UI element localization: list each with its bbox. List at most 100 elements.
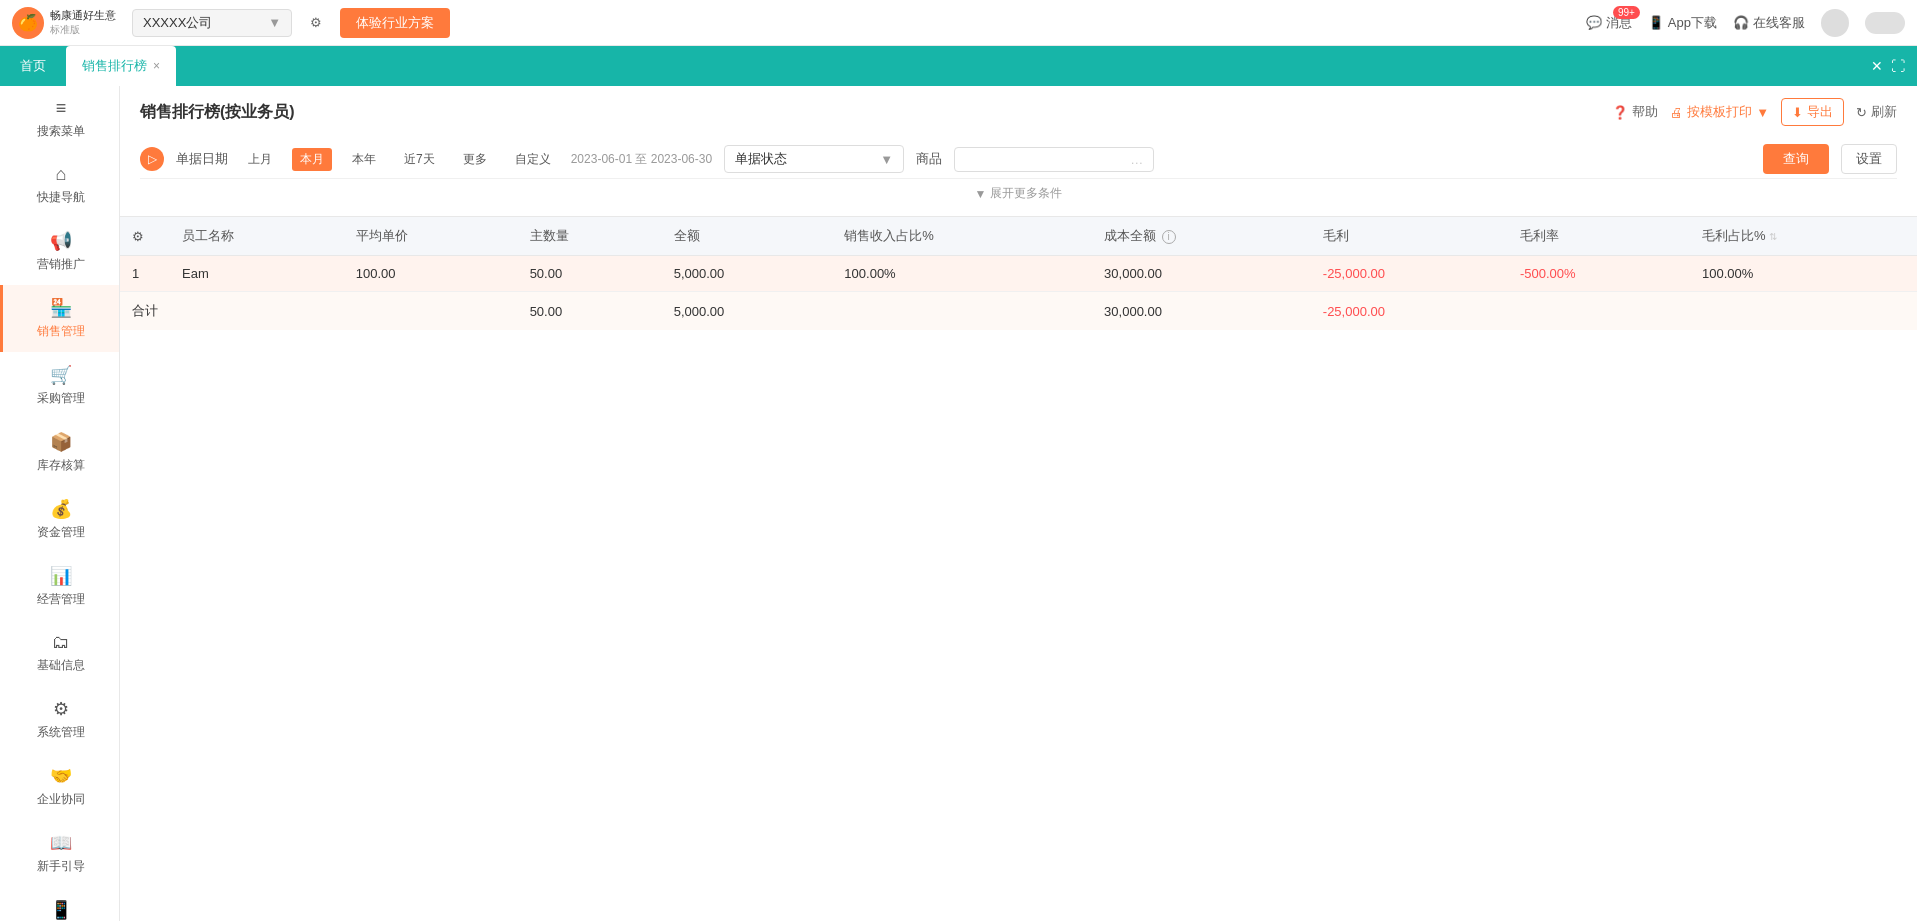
sidebar-item-sales[interactable]: 🏪 销售管理	[0, 285, 119, 352]
status-filter-arrow: ▼	[880, 152, 893, 167]
purchase-icon: 🛒	[50, 364, 72, 386]
cell-cost: 30,000.00	[1092, 256, 1311, 292]
message-icon: 💬	[1586, 15, 1602, 30]
date-btn-7days[interactable]: 近7天	[396, 148, 443, 171]
col-sales-pct: 销售收入占比%	[832, 217, 1092, 256]
sidebar-item-purchase[interactable]: 🛒 采购管理	[0, 352, 119, 419]
online-service-button[interactable]: 🎧 在线客服	[1733, 14, 1805, 32]
date-btn-last-month[interactable]: 上月	[240, 148, 280, 171]
page-title: 销售排行榜(按业务员)	[140, 102, 295, 123]
system-icon: ⚙	[53, 698, 69, 720]
tab-fullscreen-icon[interactable]: ⛶	[1891, 58, 1905, 74]
footer-sales-pct	[832, 292, 1092, 331]
export-button[interactable]: ⬇ 导出	[1781, 98, 1844, 126]
settings-button[interactable]: 设置	[1841, 144, 1897, 174]
footer-gross: -25,000.00	[1311, 292, 1508, 331]
cell-sales-pct: 100.00%	[832, 256, 1092, 292]
date-btn-custom[interactable]: 自定义	[507, 148, 559, 171]
sidebar-item-label: 资金管理	[37, 524, 85, 541]
cell-gross-rate: -500.00%	[1508, 256, 1690, 292]
company-name: XXXXX公司	[143, 14, 260, 32]
col-cost-label: 成本全额	[1104, 228, 1156, 243]
cell-avg-price: 100.00	[344, 256, 518, 292]
marketing-icon: 📢	[50, 230, 72, 252]
cost-info-icon[interactable]: i	[1162, 230, 1176, 244]
footer-amount: 5,000.00	[662, 292, 833, 331]
col-settings[interactable]: ⚙	[120, 217, 170, 256]
tab-label: 销售排行榜	[82, 57, 147, 75]
col-gross-pct-sort[interactable]: ⇅	[1769, 231, 1777, 242]
sidebar-item-search-order[interactable]: ≡ 搜索菜单	[0, 86, 119, 152]
footer-total-label: 合计	[120, 292, 344, 331]
help-icon: ❓	[1612, 105, 1628, 120]
sidebar-item-app-center[interactable]: 📱 应用中心	[0, 887, 119, 921]
help-button[interactable]: ❓ 帮助	[1612, 103, 1658, 121]
export-icon: ⬇	[1792, 105, 1803, 120]
col-cost: 成本全额 i	[1092, 217, 1311, 256]
app-download-button[interactable]: 📱 App下载	[1648, 14, 1717, 32]
col-avg-price: 平均单价	[344, 217, 518, 256]
industry-button[interactable]: 体验行业方案	[340, 8, 450, 38]
tab-bar-right: ✕ ⛶	[1871, 58, 1917, 74]
user-name-area	[1865, 12, 1905, 34]
sidebar-item-system[interactable]: ⚙ 系统管理	[0, 686, 119, 753]
user-avatar[interactable]	[1821, 9, 1849, 37]
main-layout: ≡ 搜索菜单 ⌂ 快捷导航 📢 营销推广 🏪 销售管理 🛒 采购管理 📦 库存核…	[0, 86, 1917, 921]
finance-icon: 💰	[50, 498, 72, 520]
sidebar-item-label: 经营管理	[37, 591, 85, 608]
app-center-icon: 📱	[50, 899, 72, 921]
goods-filter-label: 商品	[916, 150, 942, 168]
logo-icon: 🍊	[12, 7, 44, 39]
date-btn-this-year[interactable]: 本年	[344, 148, 384, 171]
export-label: 导出	[1807, 103, 1833, 121]
date-btn-this-month[interactable]: 本月	[292, 148, 332, 171]
search-order-icon: ≡	[56, 98, 67, 119]
sidebar-item-label: 库存核算	[37, 457, 85, 474]
sidebar-item-guide[interactable]: 📖 新手引导	[0, 820, 119, 887]
content-area: 销售排行榜(按业务员) ❓ 帮助 🖨 按模板打印 ▼ ⬇ 导出	[120, 86, 1917, 921]
header-settings-icon[interactable]: ⚙	[300, 7, 332, 39]
footer-avg-price	[344, 292, 518, 331]
expand-row: ▼ 展开更多条件	[140, 178, 1897, 208]
footer-cost: 30,000.00	[1092, 292, 1311, 331]
date-range-display: 2023-06-01 至 2023-06-30	[571, 151, 712, 168]
sidebar-item-quick-nav[interactable]: ⌂ 快捷导航	[0, 152, 119, 218]
base-info-icon: 🗂	[52, 632, 70, 653]
sidebar-item-inventory[interactable]: 📦 库存核算	[0, 419, 119, 486]
refresh-label: 刷新	[1871, 103, 1897, 121]
status-filter-select[interactable]: 单据状态 ▼	[724, 145, 904, 173]
refresh-button[interactable]: ↻ 刷新	[1856, 103, 1897, 121]
print-label: 按模板打印	[1687, 103, 1752, 121]
message-button[interactable]: 💬 消息 99+	[1586, 14, 1632, 32]
date-btn-more[interactable]: 更多	[455, 148, 495, 171]
goods-filter-input[interactable]: …	[954, 147, 1154, 172]
col-gross: 毛利	[1311, 217, 1508, 256]
filter-toggle-arrow[interactable]: ▷	[140, 147, 164, 171]
query-button[interactable]: 查询	[1763, 144, 1829, 174]
tab-home[interactable]: 首页	[0, 46, 66, 86]
cell-gross: -25,000.00	[1311, 256, 1508, 292]
print-dropdown-arrow: ▼	[1756, 105, 1769, 120]
sidebar-item-label: 采购管理	[37, 390, 85, 407]
sidebar-item-operations[interactable]: 📊 经营管理	[0, 553, 119, 620]
sidebar-item-base-info[interactable]: 🗂 基础信息	[0, 620, 119, 686]
print-icon: 🖨	[1670, 105, 1683, 120]
sidebar-item-label: 销售管理	[37, 323, 85, 340]
expand-more-button[interactable]: ▼ 展开更多条件	[975, 185, 1063, 202]
col-amount: 全额	[662, 217, 833, 256]
sidebar-item-marketing[interactable]: 📢 营销推广	[0, 218, 119, 285]
print-button[interactable]: 🖨 按模板打印 ▼	[1670, 103, 1769, 121]
tab-sales-ranking[interactable]: 销售排行榜 ×	[66, 46, 176, 86]
cell-name: Eam	[170, 256, 344, 292]
logo-area: 🍊 畅康通好生意 标准版	[12, 7, 132, 39]
table-header-row: ⚙ 员工名称 平均单价 主数量 全额 销售收入占比% 成本全额 i 毛利 毛利率	[120, 217, 1917, 256]
tab-close-window-icon[interactable]: ✕	[1871, 58, 1883, 74]
sidebar-item-label: 营销推广	[37, 256, 85, 273]
sidebar-item-finance[interactable]: 💰 资金管理	[0, 486, 119, 553]
sidebar-item-enterprise[interactable]: 🤝 企业协同	[0, 753, 119, 820]
top-header: 🍊 畅康通好生意 标准版 XXXXX公司 ▼ ⚙ 体验行业方案 💬 消息 99+…	[0, 0, 1917, 46]
company-selector[interactable]: XXXXX公司 ▼	[132, 9, 292, 37]
sales-ranking-table: ⚙ 员工名称 平均单价 主数量 全额 销售收入占比% 成本全额 i 毛利 毛利率	[120, 217, 1917, 330]
footer-gross-pct	[1690, 292, 1917, 331]
tab-close-icon[interactable]: ×	[153, 59, 160, 73]
